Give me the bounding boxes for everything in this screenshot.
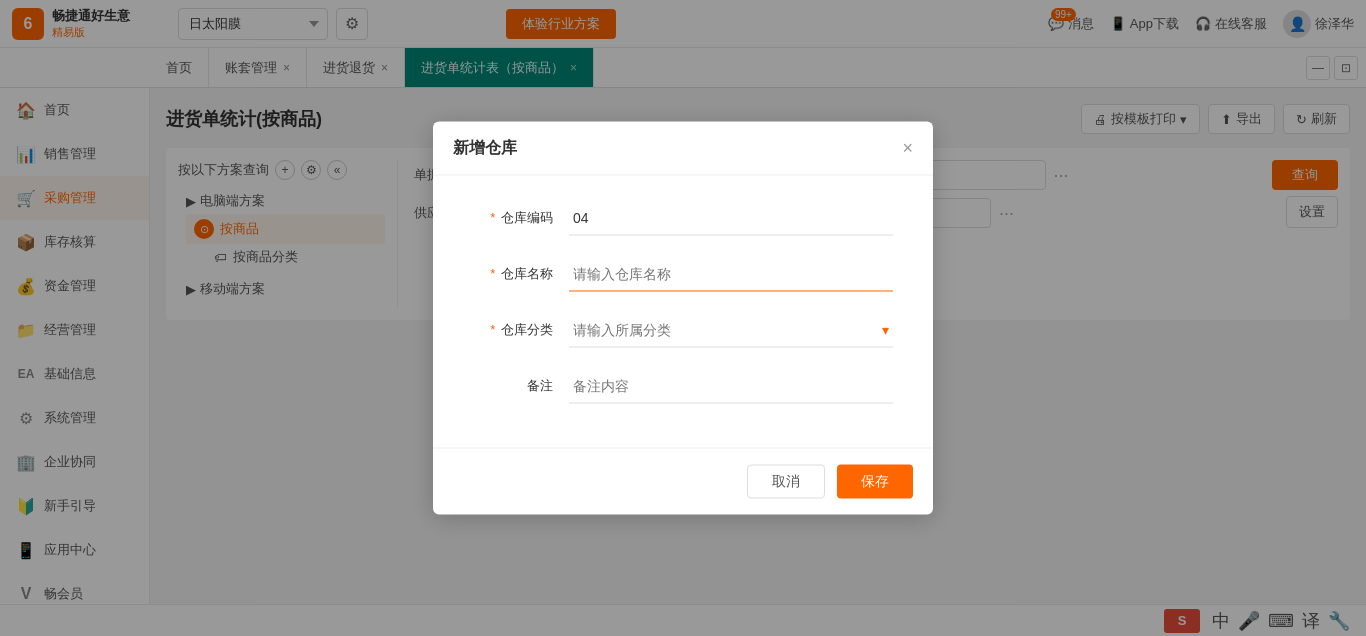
modal-body: * 仓库编码 * 仓库名称 * 仓库分类 ▾	[433, 176, 933, 448]
modal-header: 新增仓库 ×	[433, 122, 933, 176]
note-field-input[interactable]	[569, 368, 893, 404]
save-button[interactable]: 保存	[837, 465, 913, 499]
code-field-input[interactable]	[569, 200, 893, 236]
form-row-note: 备注	[473, 368, 893, 404]
modal-close-button[interactable]: ×	[902, 138, 913, 159]
new-warehouse-modal: 新增仓库 × * 仓库编码 * 仓库名称 * 仓库分类	[433, 122, 933, 515]
category-select-input[interactable]	[573, 321, 882, 337]
cancel-button[interactable]: 取消	[747, 465, 825, 499]
form-row-code: * 仓库编码	[473, 200, 893, 236]
note-field-label: 备注	[473, 377, 553, 395]
category-dropdown-icon: ▾	[882, 321, 889, 337]
modal-title: 新增仓库	[453, 138, 517, 159]
category-select-wrap[interactable]: ▾	[569, 312, 893, 348]
form-row-name: * 仓库名称	[473, 256, 893, 292]
code-field-label: * 仓库编码	[473, 209, 553, 227]
name-field-label: * 仓库名称	[473, 265, 553, 283]
category-field-label: * 仓库分类	[473, 321, 553, 339]
modal-footer: 取消 保存	[433, 448, 933, 515]
name-field-input[interactable]	[569, 256, 893, 292]
form-row-category: * 仓库分类 ▾	[473, 312, 893, 348]
